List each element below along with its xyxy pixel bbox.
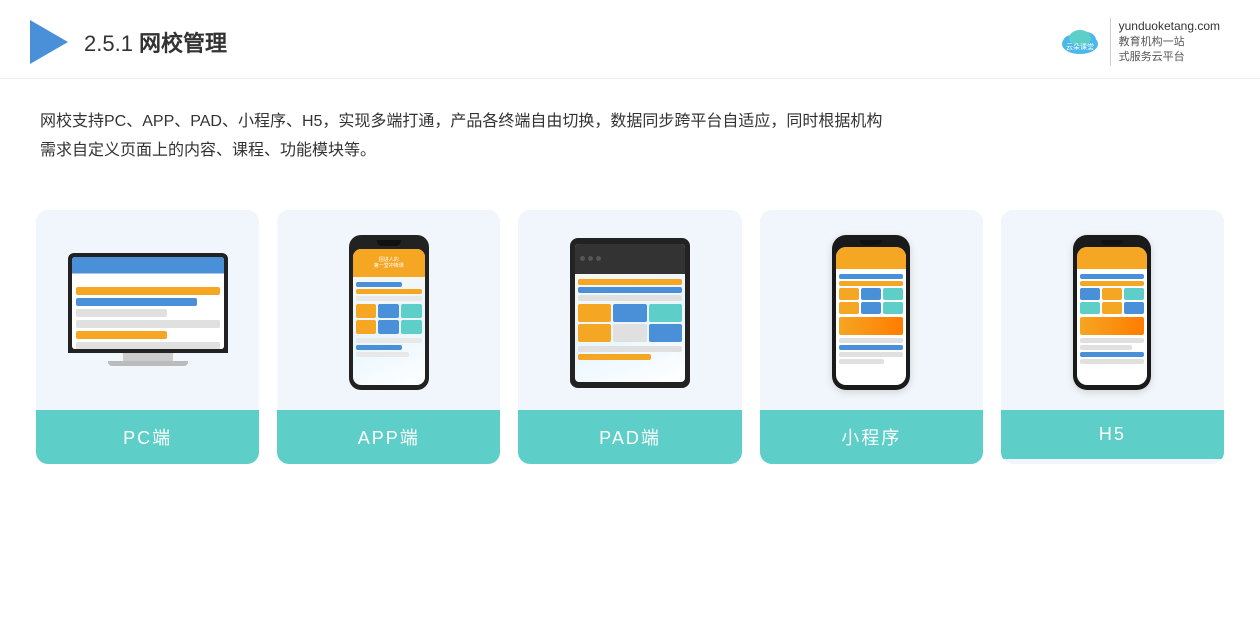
card-h5: H5 [1001,210,1224,464]
pc-device-mockup [68,253,228,373]
card-app: 招进人的第一堂冲锋课 [277,210,500,464]
description-block: 网校支持PC、APP、PAD、小程序、H5，实现多端打通，产品各终端自由切换，数… [0,79,1260,176]
mini-program-device-mockup [832,235,910,390]
page-title: 2.5.1 网校管理 [84,26,227,58]
cloud-logo-icon: 云朵课堂 [1058,24,1102,60]
card-pad-image [518,210,741,410]
card-mini-program-label: 小程序 [760,410,983,464]
card-pc-label: PC端 [36,410,259,464]
card-pc: PC端 [36,210,259,464]
card-pad-label: PAD端 [518,410,741,464]
pad-device-mockup [570,238,690,388]
card-pc-image [36,210,259,410]
card-app-label: APP端 [277,410,500,464]
h5-device-mockup [1073,235,1151,390]
logo-triangle-icon [30,20,68,64]
header-right: 云朵课堂 yunduoketang.com 教育机构一站 式服务云平台 [1058,18,1220,66]
header: 2.5.1 网校管理 云朵课堂 yunduoketang.com 教育机构一站 … [0,0,1260,79]
app-device-mockup: 招进人的第一堂冲锋课 [349,235,429,390]
card-pad: PAD端 [518,210,741,464]
card-mini-program: 小程序 [760,210,983,464]
card-mini-program-image [760,210,983,410]
description-line1: 网校支持PC、APP、PAD、小程序、H5，实现多端打通，产品各终端自由切换，数… [40,107,1220,137]
card-h5-label: H5 [1001,410,1224,459]
card-h5-image [1001,210,1224,410]
svg-text:云朵课堂: 云朵课堂 [1066,42,1094,51]
brand-tagline: yunduoketang.com 教育机构一站 式服务云平台 [1110,18,1220,66]
platform-cards: PC端 招进人的第一堂冲锋课 [0,186,1260,464]
description-line2: 需求自定义页面上的内容、课程、功能模块等。 [40,136,1220,166]
brand-logo: 云朵课堂 [1058,24,1102,60]
header-left: 2.5.1 网校管理 [30,20,227,64]
card-app-image: 招进人的第一堂冲锋课 [277,210,500,410]
page: 2.5.1 网校管理 云朵课堂 yunduoketang.com 教育机构一站 … [0,0,1260,630]
